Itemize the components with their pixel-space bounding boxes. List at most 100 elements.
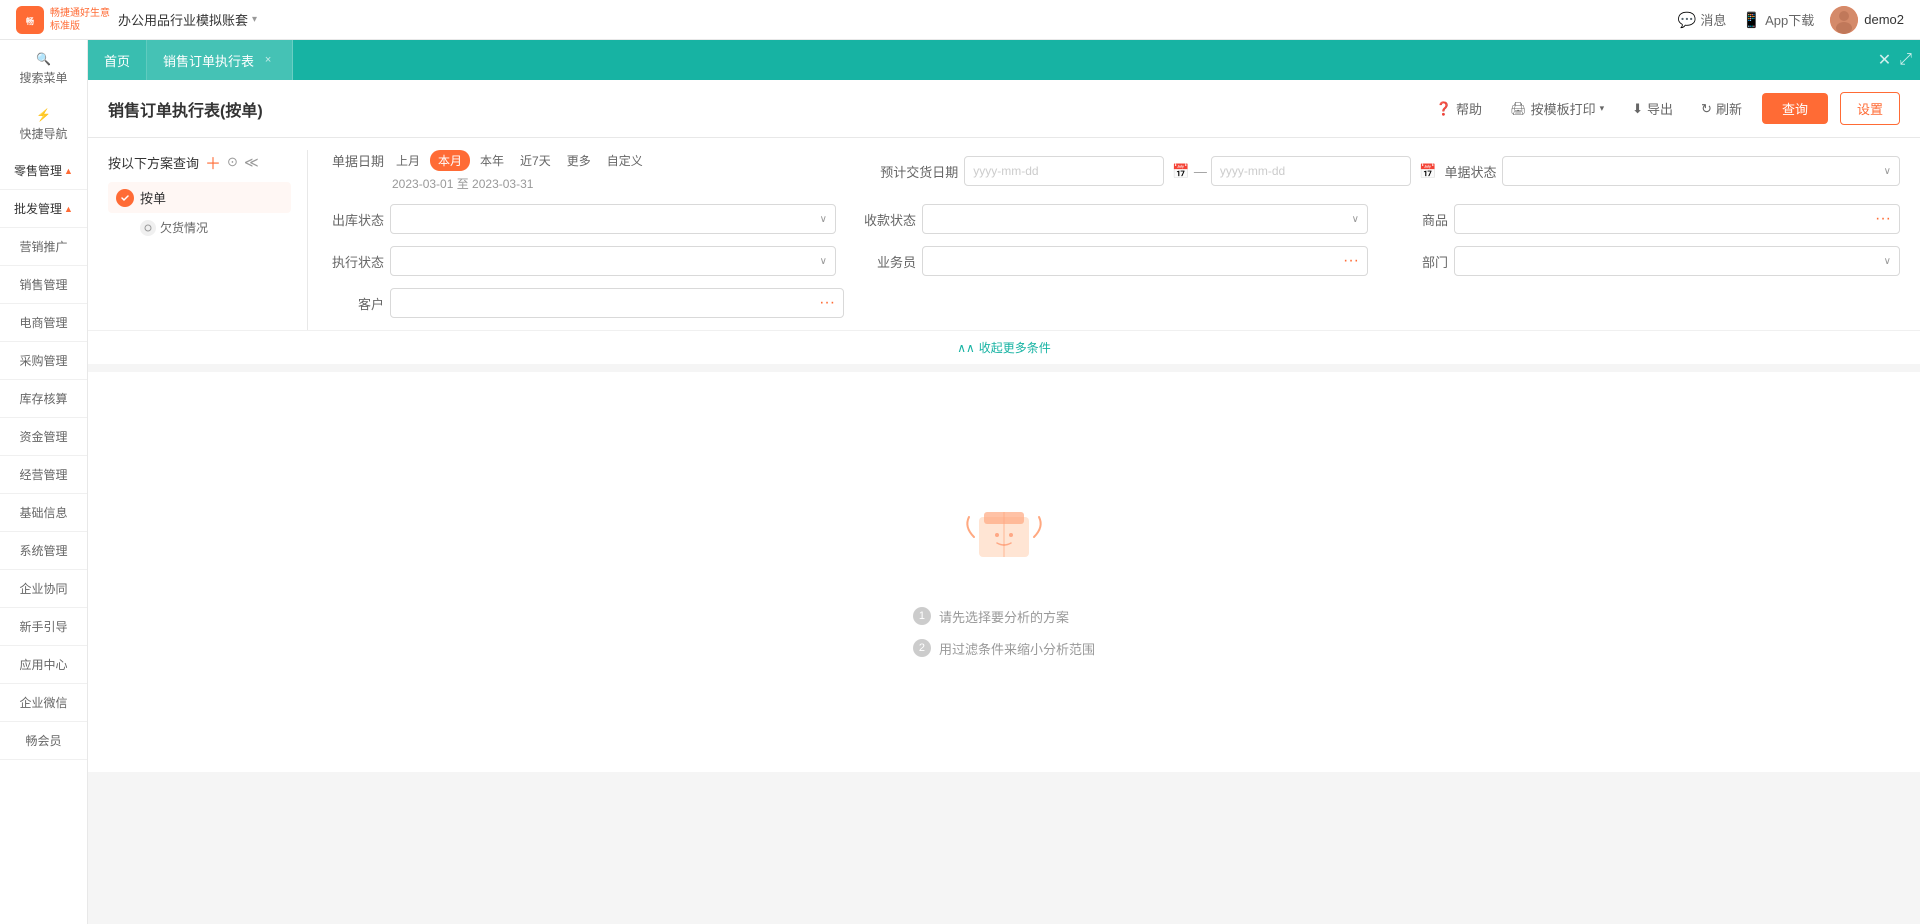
- search-label: 搜索菜单: [19, 69, 67, 86]
- expected-date-label: 预计交货日期: [880, 162, 958, 181]
- salesman-multi-select[interactable]: ···: [922, 246, 1368, 276]
- cal-icon-to[interactable]: 📅: [1419, 163, 1436, 180]
- scheme-item-按单[interactable]: 按单: [108, 182, 291, 213]
- payment-dropdown-icon: ∨: [1352, 214, 1359, 225]
- help-btn[interactable]: ❓ 帮助: [1428, 95, 1490, 122]
- exec-dropdown-icon: ∨: [820, 256, 827, 267]
- sidebar-item-basic[interactable]: 基础信息: [0, 494, 87, 532]
- payment-select[interactable]: ∨: [922, 204, 1368, 234]
- scheme-欠货情况-label: 欠货情况: [160, 219, 208, 236]
- company-arrow-icon: ▾: [252, 14, 257, 25]
- salesman-dots[interactable]: ···: [1343, 252, 1359, 270]
- sidebar-shortcut[interactable]: ⚡ 快捷导航: [0, 98, 87, 152]
- sidebar-item-wholesale[interactable]: 批发管理 ▲: [0, 190, 87, 228]
- refresh-btn[interactable]: ↻ 刷新: [1693, 95, 1750, 122]
- sidebar-item-ecommerce[interactable]: 电商管理: [0, 304, 87, 342]
- date-tag-本年[interactable]: 本年: [474, 150, 510, 171]
- enterprise-label: 企业协同: [19, 582, 67, 596]
- goods-dots[interactable]: ···: [1875, 210, 1891, 228]
- operations-label: 经营管理: [19, 468, 67, 482]
- customer-label: 客户: [324, 294, 384, 313]
- date-from-placeholder: yyyy-mm-dd: [973, 164, 1038, 178]
- filter-fields: 单据日期 上月 本月 本年 近7天 更多 自定义: [308, 150, 1900, 330]
- window-close-btn[interactable]: ✕: [1878, 50, 1891, 70]
- edit-scheme-btn[interactable]: ⊙: [227, 154, 238, 170]
- system-label: 系统管理: [19, 544, 67, 558]
- tab-active[interactable]: 销售订单执行表 ×: [147, 40, 293, 80]
- goods-label: 商品: [1388, 210, 1448, 229]
- field-customer: 客户 ···: [324, 288, 844, 318]
- date-field-label: 单据日期: [324, 151, 384, 170]
- user-name: demo2: [1864, 12, 1904, 27]
- warehouse-select[interactable]: ∨: [390, 204, 836, 234]
- sidebar-item-marketing[interactable]: 营销推广: [0, 228, 87, 266]
- date-tag-本月[interactable]: 本月: [430, 150, 470, 171]
- sidebar-item-wechat[interactable]: 企业微信: [0, 684, 87, 722]
- cal-icon-from[interactable]: 📅: [1172, 163, 1189, 180]
- dept-select[interactable]: ∨: [1454, 246, 1900, 276]
- empty-tip-1: 1 请先选择要分析的方案: [913, 605, 1095, 631]
- filter-content: 按以下方案查询 ＋ ⊙ ≪ 按单: [88, 138, 1920, 330]
- print-btn[interactable]: 🖨 按模板打印 ▾: [1502, 95, 1612, 122]
- sidebar-item-enterprise[interactable]: 企业协同: [0, 570, 87, 608]
- collapse-bar[interactable]: ∧∧ 收起更多条件: [88, 330, 1920, 364]
- newbie-label: 新手引导: [19, 620, 67, 634]
- customer-dots[interactable]: ···: [819, 294, 835, 312]
- tab-close-btn[interactable]: ×: [260, 52, 276, 68]
- exec-select[interactable]: ∨: [390, 246, 836, 276]
- salesman-label: 业务员: [856, 252, 916, 271]
- collapse-scheme-btn[interactable]: ≪: [244, 154, 259, 171]
- status-select[interactable]: ∨: [1502, 156, 1900, 186]
- header-right: 💬 消息 📱 App下载 demo2: [1678, 6, 1904, 34]
- sidebar-item-operations[interactable]: 经营管理: [0, 456, 87, 494]
- print-label: 按模板打印: [1531, 99, 1596, 118]
- tab-home[interactable]: 首页: [88, 40, 147, 80]
- sidebar-item-appstore[interactable]: 应用中心: [0, 646, 87, 684]
- scheme-item-欠货情况[interactable]: 欠货情况: [108, 215, 291, 240]
- date-tag-近7天[interactable]: 近7天: [514, 150, 557, 171]
- sidebar-item-retail[interactable]: 零售管理 ▲: [0, 152, 87, 190]
- filter-scheme-panel: 按以下方案查询 ＋ ⊙ ≪ 按单: [108, 150, 308, 330]
- app-download-label: App下载: [1765, 10, 1814, 29]
- sidebar-item-finance[interactable]: 资金管理: [0, 418, 87, 456]
- goods-multi-select[interactable]: ···: [1454, 204, 1900, 234]
- sidebar-item-purchase[interactable]: 采购管理: [0, 342, 87, 380]
- sidebar: 🔍 搜索菜单 ⚡ 快捷导航 零售管理 ▲ 批发管理 ▲ 营销推广 销售管理: [0, 40, 88, 924]
- window-maximize-btn[interactable]: ⤢: [1899, 51, 1912, 69]
- status-dropdown-icon: ∨: [1884, 166, 1891, 177]
- expected-date-from[interactable]: yyyy-mm-dd: [964, 156, 1164, 186]
- settings-button[interactable]: 设置: [1840, 92, 1900, 125]
- sidebar-item-inventory[interactable]: 库存核算: [0, 380, 87, 418]
- search-icon: 🔍: [36, 52, 51, 66]
- sidebar-item-system[interactable]: 系统管理: [0, 532, 87, 570]
- payment-label: 收款状态: [856, 210, 916, 229]
- filter-panel: 按以下方案查询 ＋ ⊙ ≪ 按单: [88, 138, 1920, 364]
- sidebar-item-sales[interactable]: 销售管理: [0, 266, 87, 304]
- export-btn[interactable]: ⬇ 导出: [1624, 95, 1681, 122]
- user-area[interactable]: demo2: [1830, 6, 1904, 34]
- query-button[interactable]: 查询: [1762, 93, 1828, 124]
- date-tag-上月[interactable]: 上月: [390, 150, 426, 171]
- sidebar-item-newbie[interactable]: 新手引导: [0, 608, 87, 646]
- member-label: 畅会员: [25, 734, 61, 748]
- filter-row-1: 单据日期 上月 本月 本年 近7天 更多 自定义: [324, 150, 1900, 192]
- expected-date-to[interactable]: yyyy-mm-dd: [1211, 156, 1411, 186]
- sidebar-item-member[interactable]: 畅会员: [0, 722, 87, 760]
- add-scheme-btn[interactable]: ＋: [205, 150, 221, 174]
- sidebar-search[interactable]: 🔍 搜索菜单: [0, 40, 87, 98]
- company-selector[interactable]: 办公用品行业模拟账套 ▾: [118, 10, 257, 29]
- purchase-label: 采购管理: [19, 354, 67, 368]
- date-tag-更多[interactable]: 更多: [561, 150, 597, 171]
- warehouse-dropdown-icon: ∨: [820, 214, 827, 225]
- date-tag-自定义[interactable]: 自定义: [601, 150, 649, 171]
- field-date: 单据日期 上月 本月 本年 近7天 更多 自定义: [324, 150, 880, 192]
- dept-label: 部门: [1388, 252, 1448, 271]
- customer-multi-select[interactable]: ···: [390, 288, 844, 318]
- date-to-placeholder: yyyy-mm-dd: [1220, 164, 1285, 178]
- message-action[interactable]: 💬 消息: [1678, 10, 1727, 29]
- empty-icon: [954, 482, 1054, 585]
- filter-row-2: 出库状态 ∨ 收款状态: [324, 204, 1900, 234]
- app-download-action[interactable]: 📱 App下载: [1742, 10, 1814, 29]
- empty-tip-2: 2 用过滤条件来缩小分析范围: [913, 637, 1095, 663]
- header-left: 畅 畅捷通好生意 标准版 办公用品行业模拟账套 ▾: [16, 6, 257, 34]
